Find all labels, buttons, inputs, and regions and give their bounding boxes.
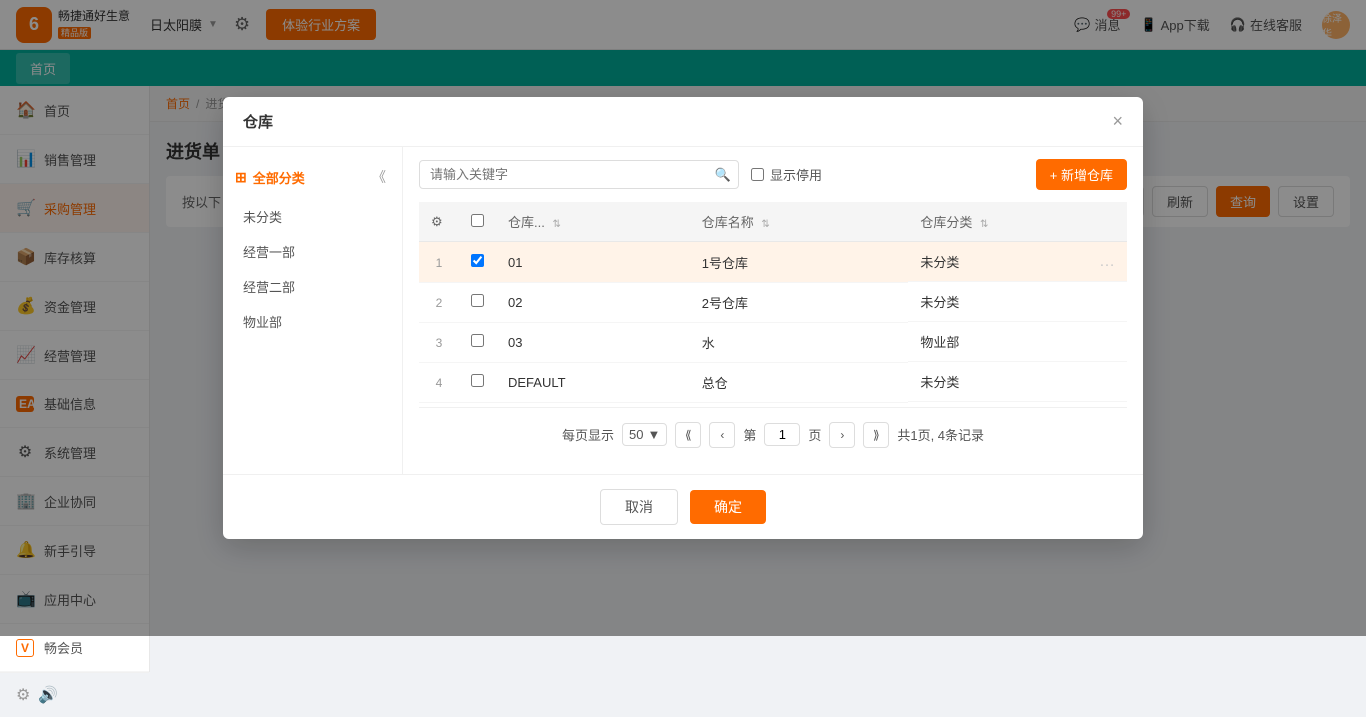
select-all-checkbox[interactable] xyxy=(471,214,484,227)
modal-footer: 取消 确定 xyxy=(223,474,1143,539)
row-category: 未分类 … xyxy=(908,242,1127,282)
search-box: 🔍 xyxy=(419,160,739,189)
row-num: 3 xyxy=(419,322,459,362)
row-code: 02 xyxy=(496,282,690,322)
page-num-input[interactable] xyxy=(764,423,800,446)
row-actions-btn[interactable]: … xyxy=(1099,253,1115,271)
cat-item-dept2[interactable]: 经营二部 xyxy=(223,269,402,304)
table-scroll: ⚙ 仓库... ⇅ 仓库名称 xyxy=(419,202,1127,403)
sort-name-icon[interactable]: ⇅ xyxy=(761,219,769,230)
add-warehouse-btn[interactable]: + 新增仓库 xyxy=(1036,159,1127,190)
row-name: 1号仓库 xyxy=(690,242,909,283)
row-checkbox-cell xyxy=(459,282,496,322)
page-last-btn[interactable]: ⟫ xyxy=(863,422,889,448)
row-code: 03 xyxy=(496,322,690,362)
row-checkbox[interactable] xyxy=(471,254,484,267)
cat-all-btn[interactable]: ⊞ 全部分类 xyxy=(235,168,305,187)
row-category: 物业部 xyxy=(908,322,1127,362)
modal-title: 仓库 xyxy=(243,111,273,132)
audio-icon[interactable]: 🔊 xyxy=(38,685,58,705)
modal-body: ⊞ 全部分类 《 未分类 经营一部 经营二部 物业部 xyxy=(223,147,1143,474)
row-name: 水 xyxy=(690,322,909,362)
chevron-down-icon: ▼ xyxy=(647,427,660,442)
table-row[interactable]: 3 03 水 物业部 xyxy=(419,322,1127,362)
row-name: 总仓 xyxy=(690,362,909,402)
page-size-select[interactable]: 50 ▼ xyxy=(622,423,667,446)
page-next-btn[interactable]: › xyxy=(829,422,855,448)
row-num: 4 xyxy=(419,362,459,402)
warehouse-table: ⚙ 仓库... ⇅ 仓库名称 xyxy=(419,202,1127,403)
modal-overlay: 仓库 × ⊞ 全部分类 《 未分类 经营一部 xyxy=(0,0,1366,636)
th-check xyxy=(459,202,496,242)
page-first-btn[interactable]: ⟪ xyxy=(675,422,701,448)
table-row[interactable]: 1 01 1号仓库 未分类 … xyxy=(419,242,1127,283)
table-row[interactable]: 2 02 2号仓库 未分类 xyxy=(419,282,1127,322)
row-name: 2号仓库 xyxy=(690,282,909,322)
pagination: 每页显示 50 ▼ ⟪ ‹ 第 页 › ⟫ 共1页, 4条记录 xyxy=(419,407,1127,462)
row-num: 2 xyxy=(419,282,459,322)
row-checkbox-cell xyxy=(459,322,496,362)
table-panel: 🔍 显示停用 + 新增仓库 ⚙ xyxy=(403,147,1143,474)
table-row[interactable]: 4 DEFAULT 总仓 未分类 xyxy=(419,362,1127,402)
cat-collapse-btn[interactable]: 《 xyxy=(368,165,390,189)
th-name: 仓库名称 ⇅ xyxy=(690,202,909,242)
search-input[interactable] xyxy=(419,160,739,189)
row-category: 未分类 xyxy=(908,362,1127,402)
cat-item-property[interactable]: 物业部 xyxy=(223,304,402,339)
row-code: DEFAULT xyxy=(496,362,690,402)
sidebar-bottom: ⚙ 🔊 xyxy=(0,672,149,717)
row-checkbox-cell xyxy=(459,362,496,402)
confirm-btn[interactable]: 确定 xyxy=(690,490,766,524)
cat-panel-header: ⊞ 全部分类 《 xyxy=(223,159,402,199)
search-icon[interactable]: 🔍 xyxy=(715,167,731,183)
th-gear: ⚙ xyxy=(419,202,459,242)
th-code: 仓库... ⇅ xyxy=(496,202,690,242)
row-num: 1 xyxy=(419,242,459,283)
warehouse-modal: 仓库 × ⊞ 全部分类 《 未分类 经营一部 xyxy=(223,97,1143,539)
cat-item-dept1[interactable]: 经营一部 xyxy=(223,234,402,269)
cat-item-unclassified[interactable]: 未分类 xyxy=(223,199,402,234)
row-checkbox-cell xyxy=(459,242,496,283)
modal-close-btn[interactable]: × xyxy=(1112,111,1123,132)
modal-header: 仓库 × xyxy=(223,97,1143,147)
row-category: 未分类 xyxy=(908,282,1127,322)
th-category: 仓库分类 ⇅ xyxy=(908,202,1127,242)
page-prev-btn[interactable]: ‹ xyxy=(709,422,735,448)
show-disabled-control: 显示停用 xyxy=(751,165,822,184)
show-disabled-checkbox[interactable] xyxy=(751,168,764,181)
cancel-btn[interactable]: 取消 xyxy=(600,489,678,525)
category-panel: ⊞ 全部分类 《 未分类 经营一部 经营二部 物业部 xyxy=(223,147,403,474)
grid-icon: ⊞ xyxy=(235,169,247,186)
row-checkbox[interactable] xyxy=(471,374,484,387)
row-checkbox[interactable] xyxy=(471,294,484,307)
table-toolbar: 🔍 显示停用 + 新增仓库 xyxy=(419,159,1127,190)
row-checkbox[interactable] xyxy=(471,334,484,347)
row-code: 01 xyxy=(496,242,690,283)
sort-cat-icon[interactable]: ⇅ xyxy=(980,219,988,230)
settings-bottom-icon[interactable]: ⚙ xyxy=(16,685,30,705)
member-icon: V xyxy=(16,639,34,657)
sort-code-icon[interactable]: ⇅ xyxy=(552,219,560,230)
